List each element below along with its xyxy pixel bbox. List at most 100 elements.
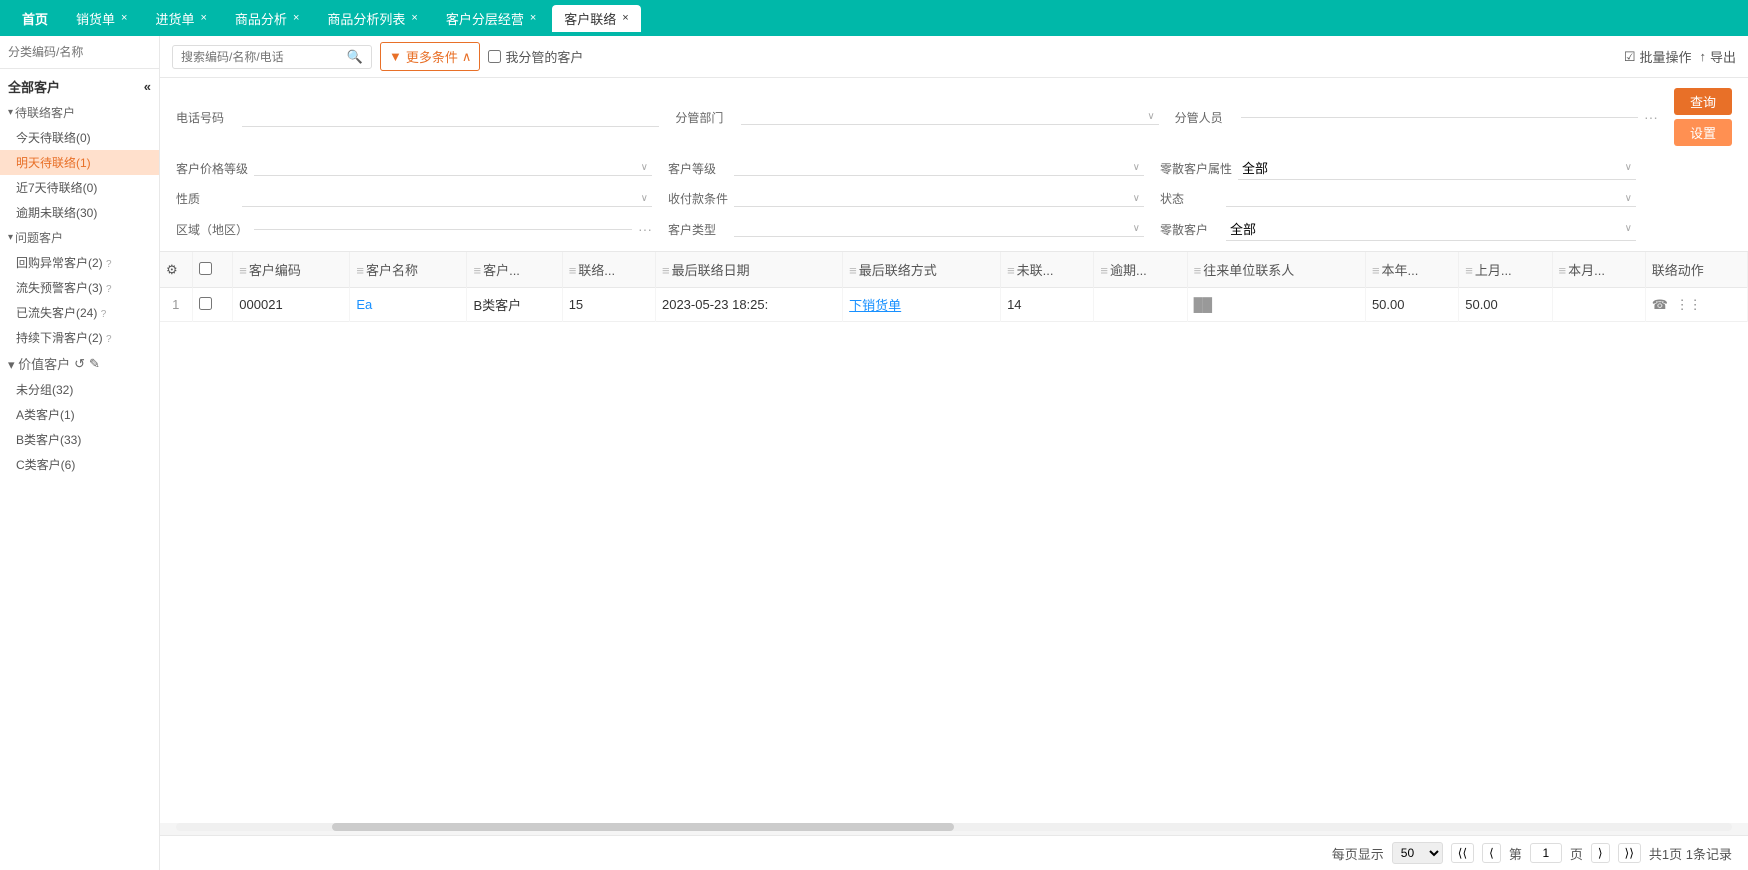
filter-chevron-icon: ∧ bbox=[462, 49, 472, 65]
all-customers-header[interactable]: 全部客户 « bbox=[0, 69, 159, 100]
filter-retail-customer-select[interactable]: 全部 ∨ bbox=[1226, 217, 1636, 241]
filter-retail-attr-select[interactable]: 全部 ∨ bbox=[1238, 156, 1636, 180]
horizontal-scrollbar[interactable] bbox=[176, 823, 1732, 831]
select-all-checkbox[interactable] bbox=[199, 262, 212, 275]
page-number-input[interactable] bbox=[1530, 843, 1562, 863]
sidebar-group-pending[interactable]: 待联络客户 bbox=[0, 100, 159, 125]
collapse-icon[interactable]: « bbox=[144, 79, 151, 94]
col-contact-count[interactable]: ≡联络... bbox=[562, 252, 655, 288]
main-search-icon[interactable]: 🔍 bbox=[347, 49, 363, 65]
col-contacts[interactable]: ≡往来单位联系人 bbox=[1187, 252, 1365, 288]
filter-retail-attr-arrow: ∨ bbox=[1625, 162, 1632, 173]
page-next-button[interactable]: ⟩ bbox=[1591, 843, 1610, 863]
filter-region: 区域（地区） ··· bbox=[176, 221, 652, 238]
row-type: B类客户 bbox=[467, 288, 562, 322]
action-phone-icon[interactable]: ☎ bbox=[1652, 297, 1668, 312]
export-button[interactable]: ↑ 导出 bbox=[1699, 47, 1736, 66]
filter-status-select[interactable]: ∨ bbox=[1226, 191, 1636, 207]
action-more-icon[interactable]: ⋮⋮ bbox=[1676, 297, 1702, 312]
row-checkbox[interactable] bbox=[199, 297, 212, 310]
sidebar-search-area: 🔍 bbox=[0, 36, 159, 69]
col-code[interactable]: ≡客户编码 bbox=[233, 252, 350, 288]
filter-region-dots[interactable]: ··· bbox=[638, 221, 652, 237]
nav-close-icon[interactable]: × bbox=[530, 12, 536, 24]
value-group-edit-icon[interactable]: ✎ bbox=[89, 356, 100, 372]
nav-item-客户分层经营[interactable]: 客户分层经营× bbox=[434, 5, 548, 32]
filter-panel: 电话号码 分管部门 ∨ 分管人员 ··· 查询 设置 bbox=[160, 78, 1748, 252]
sidebar-item-overdue[interactable]: 逾期未联络(30) bbox=[0, 200, 159, 225]
filter-nature-arrow: ∨ bbox=[641, 193, 648, 204]
batch-operation-button[interactable]: ☑ 批量操作 bbox=[1624, 47, 1692, 66]
sidebar-item-7days[interactable]: 近7天待联络(0) bbox=[0, 175, 159, 200]
col-type[interactable]: ≡客户... bbox=[467, 252, 562, 288]
my-customers-checkbox[interactable] bbox=[488, 50, 501, 63]
filter-phone: 电话号码 bbox=[176, 108, 659, 127]
sidebar-item-tomorrow[interactable]: 明天待联络(1) bbox=[0, 150, 159, 175]
set-button[interactable]: 设置 bbox=[1674, 119, 1732, 146]
col-last-date[interactable]: ≡最后联络日期 bbox=[655, 252, 842, 288]
page-last-button[interactable]: ⟩⟩ bbox=[1618, 843, 1641, 863]
sidebar-item-repurchase-anomaly[interactable]: 回购异常客户(2) ? bbox=[0, 250, 159, 275]
filter-dept-select[interactable]: ∨ bbox=[741, 109, 1158, 125]
settings-icon[interactable]: ⚙ bbox=[166, 262, 178, 277]
last-method-link[interactable]: 下销货单 bbox=[849, 298, 901, 313]
sidebar-item-ungrouped[interactable]: 未分组(32) bbox=[0, 377, 159, 402]
batch-icon: ☑ bbox=[1624, 49, 1636, 65]
filter-nature: 性质 ∨ bbox=[176, 190, 652, 207]
nav-close-icon[interactable]: × bbox=[121, 12, 127, 24]
row-contact-count: 15 bbox=[562, 288, 655, 322]
filter-nature-select[interactable]: ∨ bbox=[242, 191, 652, 207]
sidebar-search-input[interactable] bbox=[8, 45, 160, 59]
sidebar-group-problems[interactable]: 问题客户 bbox=[0, 225, 159, 250]
col-overdue[interactable]: ≡逾期... bbox=[1094, 252, 1187, 288]
nav-item-首页[interactable]: 首页 bbox=[10, 5, 60, 32]
col-this-month[interactable]: ≡本月... bbox=[1552, 252, 1645, 288]
nav-close-icon[interactable]: × bbox=[411, 12, 417, 24]
col-uncontacted[interactable]: ≡未联... bbox=[1001, 252, 1094, 288]
per-page-select[interactable]: 50 100 200 bbox=[1392, 842, 1443, 864]
more-filter-label: 更多条件 bbox=[406, 47, 458, 66]
col-settings: ⚙ bbox=[160, 252, 192, 288]
sidebar-item-churned[interactable]: 已流失客户(24) ? bbox=[0, 300, 159, 325]
nav-close-icon[interactable]: × bbox=[293, 12, 299, 24]
sidebar-item-b-class[interactable]: B类客户(33) bbox=[0, 427, 159, 452]
scrollbar-thumb bbox=[332, 823, 954, 831]
sidebar-item-churn-warning[interactable]: 流失预警客户(3) ? bbox=[0, 275, 159, 300]
col-name[interactable]: ≡客户名称 bbox=[350, 252, 467, 288]
sidebar-item-c-class[interactable]: C类客户(6) bbox=[0, 452, 159, 477]
page-first-button[interactable]: ⟨⟨ bbox=[1451, 843, 1474, 863]
sidebar-item-a-class[interactable]: A类客户(1) bbox=[0, 402, 159, 427]
filter-dept-label: 分管部门 bbox=[675, 109, 735, 126]
sidebar-item-declining[interactable]: 持续下滑客户(2) ? bbox=[0, 325, 159, 350]
nav-item-商品分析列表[interactable]: 商品分析列表× bbox=[315, 5, 429, 32]
filter-phone-label: 电话号码 bbox=[176, 109, 236, 126]
nav-item-客户联络[interactable]: 客户联络× bbox=[552, 5, 640, 32]
filter-dept: 分管部门 ∨ bbox=[675, 109, 1158, 126]
filter-price-level-select[interactable]: ∨ bbox=[254, 160, 652, 176]
more-filter-button[interactable]: ▼ 更多条件 ∧ bbox=[380, 42, 480, 71]
col-last-method[interactable]: ≡最后联络方式 bbox=[843, 252, 1001, 288]
col-this-year[interactable]: ≡本年... bbox=[1365, 252, 1458, 288]
nav-item-商品分析[interactable]: 商品分析× bbox=[223, 5, 311, 32]
nav-item-销货单[interactable]: 销货单× bbox=[64, 5, 139, 32]
col-last-month[interactable]: ≡上月... bbox=[1459, 252, 1552, 288]
nav-item-进货单[interactable]: 进货单× bbox=[143, 5, 218, 32]
table-header-row: ⚙ ≡客户编码 ≡客户名称 ≡客户... ≡联络... ≡最后联络日期 ≡最后联… bbox=[160, 252, 1748, 288]
filter-customer-type-select[interactable]: ∨ bbox=[734, 221, 1144, 237]
nav-close-icon[interactable]: × bbox=[622, 12, 628, 24]
main-search-input[interactable] bbox=[181, 50, 343, 64]
filter-row-1: 电话号码 分管部门 ∨ 分管人员 ··· 查询 设置 bbox=[176, 88, 1732, 146]
row-uncontacted: 14 bbox=[1001, 288, 1094, 322]
filter-customer-grade-select[interactable]: ∨ bbox=[734, 160, 1144, 176]
filter-phone-input[interactable] bbox=[242, 108, 659, 127]
value-group-refresh-icon[interactable]: ↺ bbox=[74, 356, 85, 372]
nav-close-icon[interactable]: × bbox=[200, 12, 206, 24]
filter-manager-dots[interactable]: ··· bbox=[1644, 109, 1658, 125]
filter-payment-label: 收付款条件 bbox=[668, 190, 728, 207]
my-customers-checkbox-label[interactable]: 我分管的客户 bbox=[488, 47, 583, 66]
filter-manager: 分管人员 ··· bbox=[1175, 109, 1658, 126]
filter-payment-select[interactable]: ∨ bbox=[734, 191, 1144, 207]
page-prev-button[interactable]: ⟨ bbox=[1482, 843, 1501, 863]
query-button[interactable]: 查询 bbox=[1674, 88, 1732, 115]
sidebar-item-today[interactable]: 今天待联络(0) bbox=[0, 125, 159, 150]
